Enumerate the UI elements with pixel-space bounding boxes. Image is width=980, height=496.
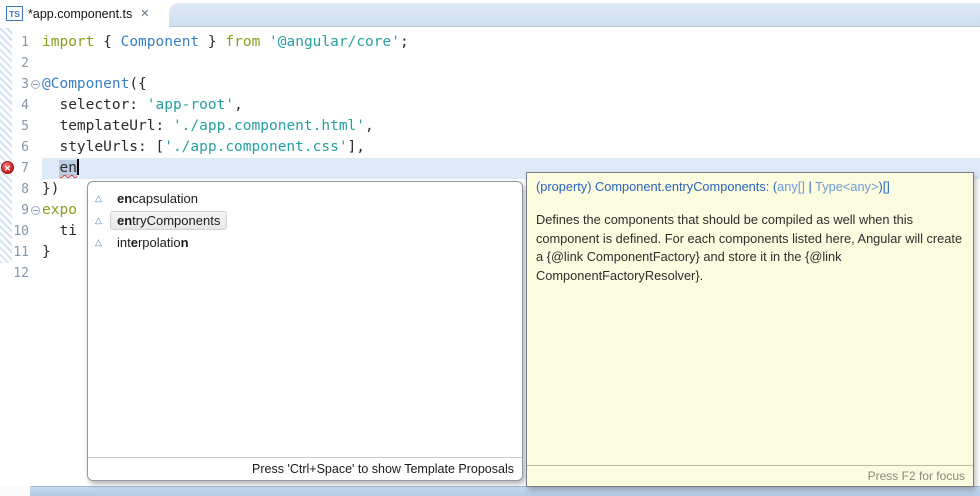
code-line[interactable]: 3 @Component({	[0, 74, 980, 95]
code-line[interactable]: 6 styleUrls: ['./app.component.css'],	[0, 137, 980, 158]
fold-collapse-icon[interactable]	[29, 74, 42, 95]
code-line[interactable]: 1 import { Component } from '@angular/cor…	[0, 32, 980, 53]
line-number: 11	[0, 242, 29, 263]
tab-bar-empty-area	[169, 3, 980, 27]
documentation-content: (property) Component.entryComponents: (a…	[527, 173, 973, 465]
line-number: 6	[0, 137, 29, 158]
code-text: templateUrl: './app.component.html',	[42, 116, 980, 137]
fold-column	[29, 158, 42, 179]
line-number: 5	[0, 116, 29, 137]
autocomplete-item-label: encapsulation	[110, 189, 205, 208]
autocomplete-list: △encapsulation△entryComponents△interpola…	[88, 182, 522, 457]
typescript-file-icon: TS	[6, 6, 23, 21]
line-number: 2	[0, 53, 29, 74]
property-icon: △	[95, 193, 110, 204]
fold-column	[29, 116, 42, 137]
line-number: 9	[0, 200, 29, 221]
code-text	[42, 53, 980, 74]
tab-title: *app.component.ts	[28, 7, 132, 21]
property-icon: △	[95, 237, 110, 248]
error-icon[interactable]: ✕	[1, 161, 14, 174]
code-line[interactable]: 5 templateUrl: './app.component.html',	[0, 116, 980, 137]
text-cursor	[77, 159, 79, 175]
line-number: 4	[0, 95, 29, 116]
autocomplete-item[interactable]: △encapsulation	[88, 187, 522, 209]
autocomplete-popup: △encapsulation△entryComponents△interpola…	[87, 181, 523, 481]
code-line[interactable]: 2	[0, 53, 980, 74]
code-text: styleUrls: ['./app.component.css'],	[42, 137, 980, 158]
line-number: 1	[0, 32, 29, 53]
doc-status-text: Press F2 for focus	[527, 465, 973, 486]
autocomplete-item-label: interpolation	[110, 233, 196, 252]
property-icon: △	[95, 215, 110, 226]
autocomplete-status-text: Press 'Ctrl+Space' to show Template Prop…	[88, 457, 522, 480]
documentation-popup: (property) Component.entryComponents: (a…	[526, 172, 974, 487]
fold-column	[29, 95, 42, 116]
doc-description: Defines the components that should be co…	[536, 211, 964, 285]
fold-column	[29, 53, 42, 74]
ide-window: TS *app.component.ts ✕ 1 import { Compone…	[0, 0, 980, 496]
doc-signature: (property) Component.entryComponents: (a…	[536, 179, 964, 194]
code-text: import { Component } from '@angular/core…	[42, 32, 980, 53]
line-number: 3	[0, 74, 29, 95]
line-number: 8	[0, 179, 29, 200]
autocomplete-item[interactable]: △entryComponents	[88, 209, 522, 231]
tab-app-component-ts[interactable]: TS *app.component.ts ✕	[0, 0, 169, 27]
tab-close-icon[interactable]: ✕	[140, 7, 149, 20]
fold-column	[29, 32, 42, 53]
code-text: selector: 'app-root',	[42, 95, 980, 116]
fold-column	[29, 179, 42, 200]
code-line[interactable]: 4 selector: 'app-root',	[0, 95, 980, 116]
fold-column	[29, 221, 42, 242]
autocomplete-item-label: entryComponents	[110, 211, 227, 230]
edited-prefix: en	[59, 160, 76, 176]
editor-tab-bar: TS *app.component.ts ✕	[0, 0, 980, 27]
line-number: 10	[0, 221, 29, 242]
line-number: 12	[0, 263, 29, 284]
fold-collapse-icon[interactable]	[29, 200, 42, 221]
code-text: @Component({	[42, 74, 980, 95]
fold-column	[29, 263, 42, 284]
autocomplete-item[interactable]: △interpolation	[88, 231, 522, 253]
horizontal-scroll-area[interactable]	[30, 486, 980, 496]
editor-bottom-strip	[0, 486, 980, 496]
fold-column	[29, 137, 42, 158]
fold-column	[29, 242, 42, 263]
